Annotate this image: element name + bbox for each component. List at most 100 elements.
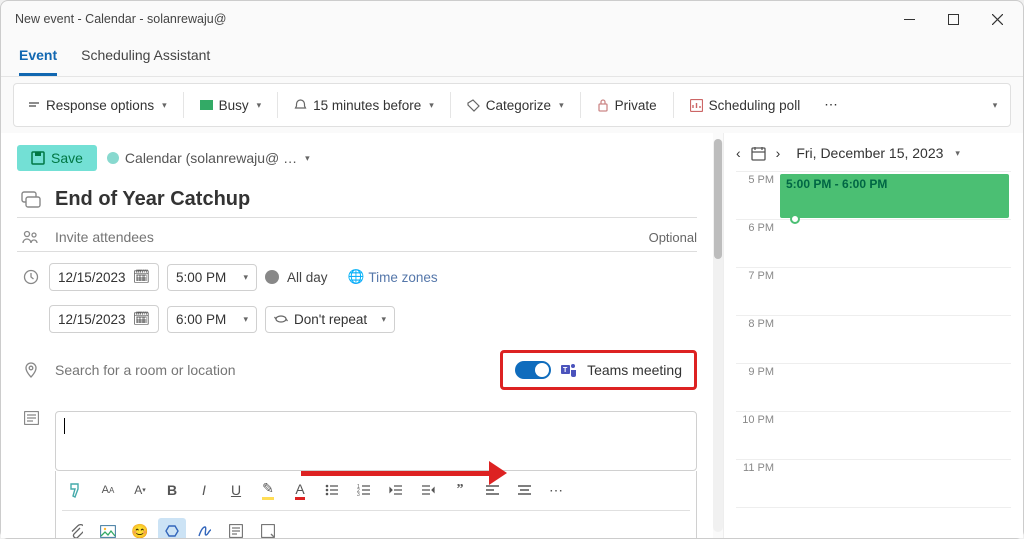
label: Calendar (solanrewaju@ … [125, 150, 297, 166]
svg-text:3: 3 [357, 492, 360, 496]
close-button[interactable] [975, 4, 1019, 34]
number-list-button[interactable]: 123 [350, 477, 378, 503]
body: Save Calendar (solanrewaju@ … ▾ Optional [1, 133, 1023, 538]
prev-day-button[interactable]: ‹ [736, 145, 741, 161]
poll-icon [690, 99, 703, 112]
maximize-button[interactable] [931, 4, 975, 34]
form-scrollbar[interactable] [713, 139, 723, 532]
private-button[interactable]: Private [589, 94, 665, 117]
reminder-button[interactable]: 15 minutes before ▾ [286, 94, 442, 117]
label: Save [51, 150, 83, 166]
description-icon [21, 411, 41, 425]
lock-icon [597, 99, 609, 112]
description-input[interactable] [55, 411, 697, 471]
chat-icon [21, 191, 41, 209]
end-date-field[interactable]: 12/15/2023🗓 [49, 305, 159, 333]
clock-icon [21, 269, 41, 285]
event-title-input[interactable] [55, 188, 697, 211]
outdent-button[interactable] [382, 477, 410, 503]
titlebar: New event - Calendar - solanrewaju@ [1, 1, 1023, 37]
svg-text:T: T [563, 367, 568, 374]
indent-button[interactable] [414, 477, 442, 503]
font-size-button[interactable]: A▾ [126, 477, 154, 503]
optional-button[interactable]: Optional [649, 230, 697, 245]
format-painter-button[interactable] [62, 477, 90, 503]
repeat-icon [274, 313, 288, 325]
attach-button[interactable] [62, 518, 90, 538]
editor-options-button[interactable] [222, 518, 250, 538]
label: Busy [219, 98, 249, 113]
minimize-button[interactable] [887, 4, 931, 34]
tab-event[interactable]: Event [19, 41, 57, 76]
toolbar: Response options ▾ Busy ▾ 15 minutes bef… [13, 83, 1011, 127]
label: Scheduling poll [709, 98, 801, 113]
divider [450, 92, 451, 118]
chevron-down-icon: ▾ [955, 148, 960, 159]
editor-more-button[interactable]: ⋯ [542, 477, 570, 503]
teams-toggle[interactable] [515, 361, 551, 379]
globe-icon: 🌐 [348, 269, 365, 285]
categorize-button[interactable]: Categorize ▾ [459, 94, 572, 117]
time-grid[interactable]: 5:00 PM - 6:00 PM 5 PM 6 PM 7 PM 8 PM 9 … [736, 171, 1011, 530]
allday-label: All day [287, 270, 328, 285]
quote-button[interactable]: ” [446, 477, 474, 503]
response-options-button[interactable]: Response options ▾ [20, 94, 175, 117]
chevron-down-icon: ▾ [257, 100, 262, 111]
busy-icon [200, 99, 213, 111]
event-block[interactable]: 5:00 PM - 6:00 PM [780, 174, 1009, 218]
attendees-input[interactable] [55, 229, 635, 245]
today-button[interactable] [751, 146, 766, 161]
toolbar-more-button[interactable]: ⋯ [816, 93, 846, 117]
tab-scheduling[interactable]: Scheduling Assistant [81, 41, 210, 76]
location-input[interactable] [55, 362, 315, 378]
signature-button[interactable] [190, 518, 218, 538]
time-label: 5 PM [736, 172, 778, 219]
chevron-down-icon [28, 100, 40, 110]
italic-button[interactable]: I [190, 477, 218, 503]
next-day-button[interactable]: › [776, 145, 781, 161]
save-button[interactable]: Save [17, 145, 97, 171]
repeat-field[interactable]: Don't repeat▾ [265, 306, 395, 333]
start-time-field[interactable]: 5:00 PM▾ [167, 264, 257, 291]
show-as-button[interactable]: Busy ▾ [192, 94, 270, 117]
tag-icon [467, 99, 480, 112]
teams-icon: T [561, 362, 577, 378]
time-label: 8 PM [736, 316, 778, 363]
scrollbar-thumb[interactable] [714, 139, 722, 259]
divider [673, 92, 674, 118]
timezones-button[interactable]: 🌐 Time zones [348, 269, 438, 285]
calendar-icon: 🗓 [133, 269, 150, 285]
divider [580, 92, 581, 118]
font-button[interactable]: AA [94, 477, 122, 503]
start-date-field[interactable]: 12/15/2023🗓 [49, 263, 159, 291]
insert-image-button[interactable] [94, 518, 122, 538]
save-icon [31, 151, 45, 165]
dates: 12/15/2023🗓 5:00 PM▾ All day 🌐 Time zone… [17, 256, 697, 340]
loop-button[interactable] [158, 518, 186, 538]
end-time-field[interactable]: 6:00 PM▾ [167, 306, 257, 333]
align-left-button[interactable] [478, 477, 506, 503]
date-nav: ‹ › Fri, December 15, 2023 ▾ [736, 141, 1011, 171]
emoji-button[interactable]: 😊 [126, 518, 154, 538]
event-resize-handle[interactable] [790, 214, 800, 224]
day-preview-panel: ‹ › Fri, December 15, 2023 ▾ 5:00 PM - 6… [723, 133, 1023, 538]
allday-toggle[interactable] [265, 270, 279, 284]
bold-button[interactable]: B [158, 477, 186, 503]
label: Private [615, 98, 657, 113]
scheduling-poll-button[interactable]: Scheduling poll [682, 94, 809, 117]
highlight-button[interactable]: ✎ [254, 477, 282, 503]
window-controls [887, 4, 1019, 34]
font-color-button[interactable]: A [286, 477, 314, 503]
date-label[interactable]: Fri, December 15, 2023 [796, 145, 943, 161]
bullet-list-button[interactable] [318, 477, 346, 503]
time-label: 11 PM [736, 460, 778, 507]
insert-more-button[interactable] [254, 518, 282, 538]
calendar-color-dot [107, 152, 119, 164]
underline-button[interactable]: U [222, 477, 250, 503]
time-label: 9 PM [736, 364, 778, 411]
title-row [17, 181, 697, 218]
toolbar-expand[interactable]: ▾ [984, 100, 1004, 111]
align-center-button[interactable] [510, 477, 538, 503]
calendar-picker[interactable]: Calendar (solanrewaju@ … ▾ [107, 150, 310, 166]
teams-label: Teams meeting [587, 362, 682, 378]
